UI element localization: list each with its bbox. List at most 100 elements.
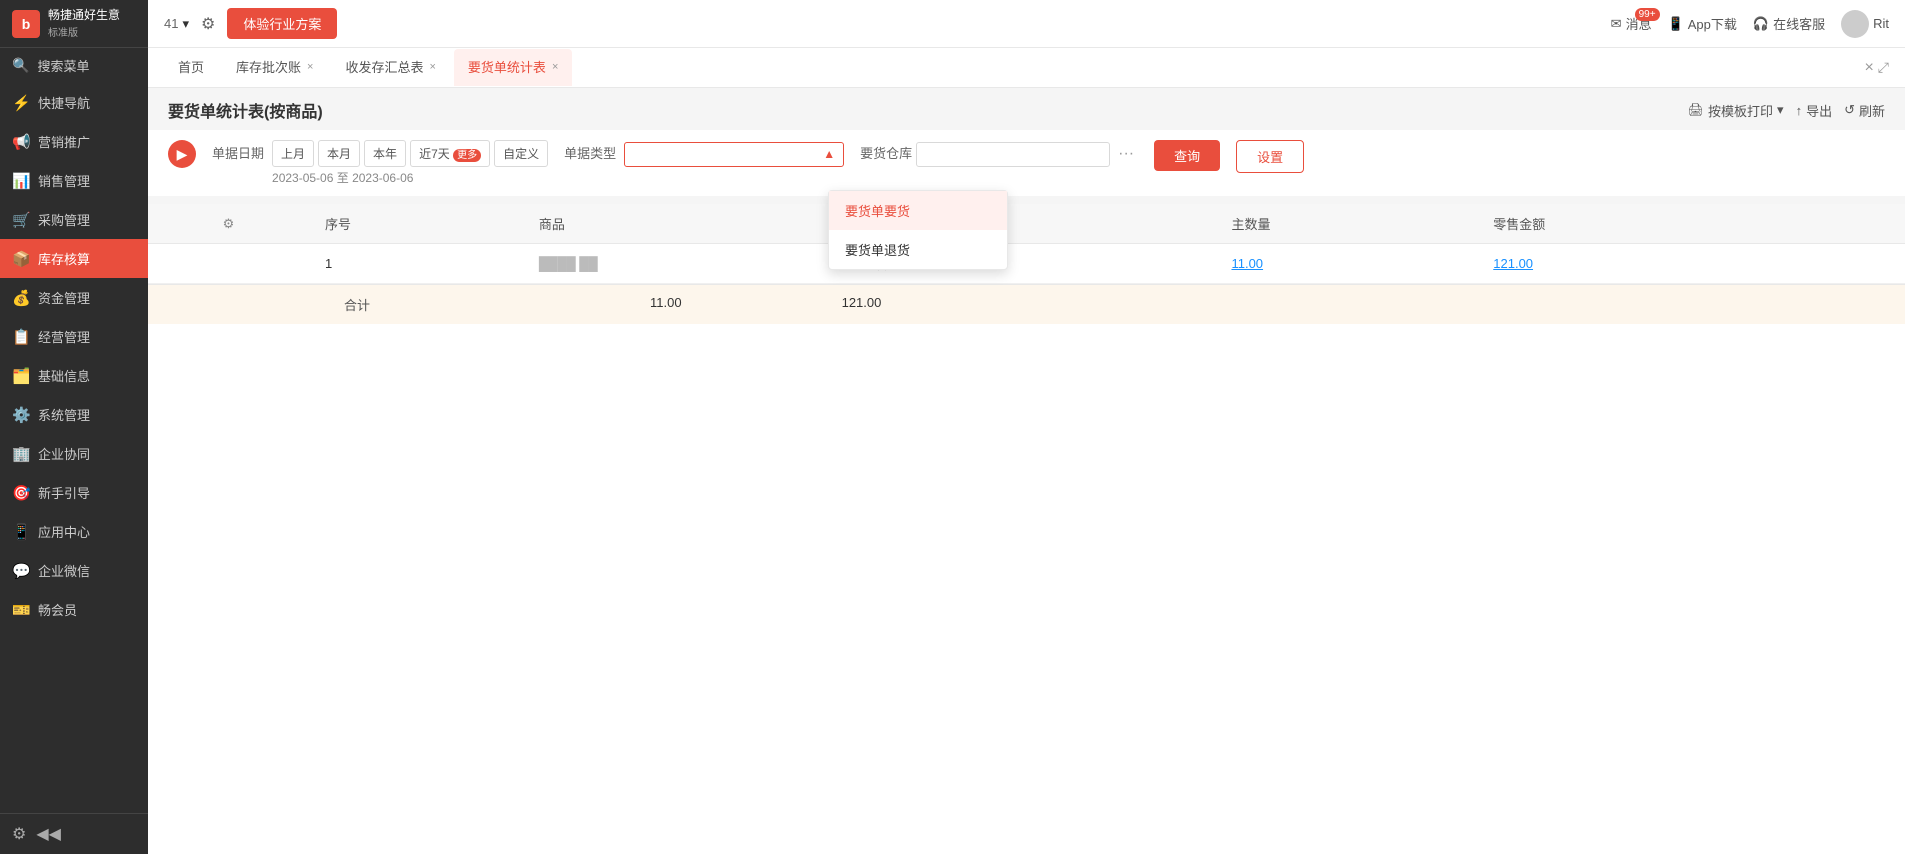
- service-label: 在线客服: [1773, 14, 1825, 33]
- message-icon: ✉: [1611, 16, 1622, 32]
- filter-expand-button[interactable]: ▶: [168, 140, 196, 168]
- tab-order-stat[interactable]: 要货单统计表 ×: [454, 49, 572, 86]
- print-label: 按模板打印: [1708, 101, 1773, 120]
- sidebar-item-marketing[interactable]: 📢 营销推广: [0, 122, 148, 161]
- tab-order-stat-close[interactable]: ×: [552, 61, 558, 73]
- print-chevron: ▾: [1777, 102, 1784, 118]
- settings-icon[interactable]: ⚙: [12, 824, 26, 844]
- type-input-wrapper[interactable]: ▲: [624, 142, 844, 167]
- sidebar-item-system[interactable]: ⚙️ 系统管理: [0, 395, 148, 434]
- sidebar-item-label: 资金管理: [38, 288, 90, 307]
- page-actions: 🖨 按模板打印 ▾ ↑ 导出 ↺ 刷新: [1688, 101, 1886, 120]
- qty-link[interactable]: 11.00: [1231, 256, 1263, 271]
- collapse-icon[interactable]: ◀◀: [36, 824, 61, 844]
- expand-tabs[interactable]: ⤢: [1878, 59, 1889, 76]
- topbar-gear-icon[interactable]: ⚙: [201, 14, 215, 34]
- sidebar-item-label: 系统管理: [38, 405, 90, 424]
- col-settings[interactable]: ⚙: [148, 204, 309, 244]
- sidebar-item-app-center[interactable]: 📱 应用中心: [0, 512, 148, 551]
- tab-bar: 首页 库存批次账 × 收发存汇总表 × 要货单统计表 × × ⤢: [148, 48, 1905, 88]
- table-header-row: ⚙ 序号 商品 主计量单位 主数量 零售金额: [148, 204, 1905, 244]
- sidebar-item-sales[interactable]: 📊 销售管理: [0, 161, 148, 200]
- inventory-icon: 📦: [12, 250, 30, 268]
- col-extra: [1787, 204, 1905, 244]
- table-row: 1 ████ ██ 块 11.00 121.00: [148, 244, 1905, 284]
- warehouse-input[interactable]: [916, 142, 1110, 167]
- avatar-img: [1841, 10, 1869, 38]
- date-btn-custom[interactable]: 自定义: [494, 140, 548, 167]
- sidebar-item-wechat[interactable]: 💬 企业微信: [0, 551, 148, 590]
- type-chevron-up-icon[interactable]: ▲: [823, 147, 835, 161]
- sidebar-logo: b 畅捷通好生意 标准版: [0, 0, 148, 48]
- wechat-icon: 💬: [12, 562, 30, 580]
- page-title: 要货单统计表(按商品): [168, 98, 323, 122]
- sidebar-item-member[interactable]: 🎫 畅会员: [0, 590, 148, 629]
- footer-amount: 121.00: [762, 295, 882, 314]
- more-badge: 更多: [453, 149, 481, 162]
- brand-name: 畅捷通好生意: [48, 8, 120, 24]
- amount-link[interactable]: 121.00: [1493, 256, 1533, 271]
- store-number: 41: [164, 16, 178, 31]
- tab-home[interactable]: 首页: [164, 49, 218, 86]
- tab-receive-close[interactable]: ×: [429, 61, 435, 73]
- member-icon: 🎫: [12, 601, 30, 619]
- print-btn[interactable]: 🖨 按模板打印 ▾: [1688, 101, 1784, 120]
- sidebar-item-quick-nav[interactable]: ⚡ 快捷导航: [0, 83, 148, 122]
- row-settings: [148, 244, 309, 284]
- col-amount: 零售金额: [1477, 204, 1787, 244]
- tab-batch-close[interactable]: ×: [307, 61, 313, 73]
- dropdown-item-order-return[interactable]: 要货单退货: [829, 230, 1007, 269]
- footer-qty: 11.00: [570, 295, 682, 314]
- type-input[interactable]: [633, 147, 823, 162]
- app-icon: 📱: [1668, 16, 1684, 32]
- sidebar-item-enterprise[interactable]: 🏢 企业协同: [0, 434, 148, 473]
- date-btn-this-year[interactable]: 本年: [364, 140, 406, 167]
- brand-sub: 标准版: [48, 24, 120, 39]
- export-btn[interactable]: ↑ 导出: [1796, 101, 1833, 120]
- export-icon: ↑: [1796, 103, 1803, 118]
- dropdown-item-order-purchase[interactable]: 要货单要货: [829, 191, 1007, 230]
- sidebar-item-inventory[interactable]: 📦 库存核算: [0, 239, 148, 278]
- date-btn-7days[interactable]: 近7天 更多: [410, 140, 490, 167]
- sidebar-item-guide[interactable]: 🎯 新手引导: [0, 473, 148, 512]
- app-download-btn[interactable]: 📱 App下载: [1668, 14, 1737, 33]
- sidebar-item-basic[interactable]: 🗂️ 基础信息: [0, 356, 148, 395]
- sidebar-item-finance[interactable]: 💰 资金管理: [0, 278, 148, 317]
- search-menu[interactable]: 🔍 搜索菜单: [0, 48, 148, 83]
- online-service-btn[interactable]: 🎧 在线客服: [1753, 14, 1825, 33]
- refresh-btn[interactable]: ↺ 刷新: [1844, 101, 1885, 120]
- warehouse-filter: 要货仓库 ···: [860, 140, 1138, 168]
- tab-batch[interactable]: 库存批次账 ×: [222, 49, 327, 86]
- col-index: 序号: [309, 204, 523, 244]
- query-button[interactable]: 查询: [1154, 140, 1220, 171]
- basic-icon: 🗂️: [12, 367, 30, 385]
- date-btn-this-month[interactable]: 本月: [318, 140, 360, 167]
- page-header: 要货单统计表(按商品) 🖨 按模板打印 ▾ ↑ 导出 ↺ 刷新: [148, 88, 1905, 130]
- data-table-container: ⚙ 序号 商品 主计量单位 主数量 零售金额 1 ████ ██: [148, 204, 1905, 854]
- finance-icon: 💰: [12, 289, 30, 307]
- user-avatar[interactable]: Rit: [1841, 10, 1889, 38]
- filter-settings-button[interactable]: 设置: [1236, 140, 1304, 173]
- date-buttons: 上月 本月 本年 近7天 更多 自定义: [272, 140, 548, 167]
- messages-btn[interactable]: ✉ 消息 99+: [1611, 14, 1652, 33]
- warehouse-filter-label: 要货仓库: [860, 140, 912, 168]
- tab-receive[interactable]: 收发存汇总表 ×: [331, 49, 449, 86]
- print-icon: 🖨: [1688, 102, 1705, 118]
- topbar-right: ✉ 消息 99+ 📱 App下载 🎧 在线客服 Rit: [1611, 10, 1889, 38]
- sidebar-item-label: 营销推广: [38, 132, 90, 151]
- trial-button[interactable]: 体验行业方案: [227, 8, 337, 39]
- close-all-tabs[interactable]: ×: [1864, 59, 1873, 77]
- more-filters-icon[interactable]: ···: [1114, 145, 1138, 163]
- row-index: 1: [309, 244, 523, 284]
- marketing-icon: 📢: [12, 133, 30, 151]
- table-footer: 合计 11.00 121.00: [148, 284, 1905, 324]
- date-range: 2023-05-06 至 2023-06-06: [272, 169, 548, 186]
- sidebar-item-label: 畅会员: [38, 600, 77, 619]
- sidebar-item-purchase[interactable]: 🛒 采购管理: [0, 200, 148, 239]
- type-dropdown: 要货单要货 要货单退货: [828, 190, 1008, 270]
- page-content: 要货单统计表(按商品) 🖨 按模板打印 ▾ ↑ 导出 ↺ 刷新 ▶: [148, 88, 1905, 854]
- sidebar-item-label: 应用中心: [38, 522, 90, 541]
- store-selector[interactable]: 41 ▾: [164, 16, 189, 32]
- date-btn-last-month[interactable]: 上月: [272, 140, 314, 167]
- sidebar-item-operations[interactable]: 📋 经营管理: [0, 317, 148, 356]
